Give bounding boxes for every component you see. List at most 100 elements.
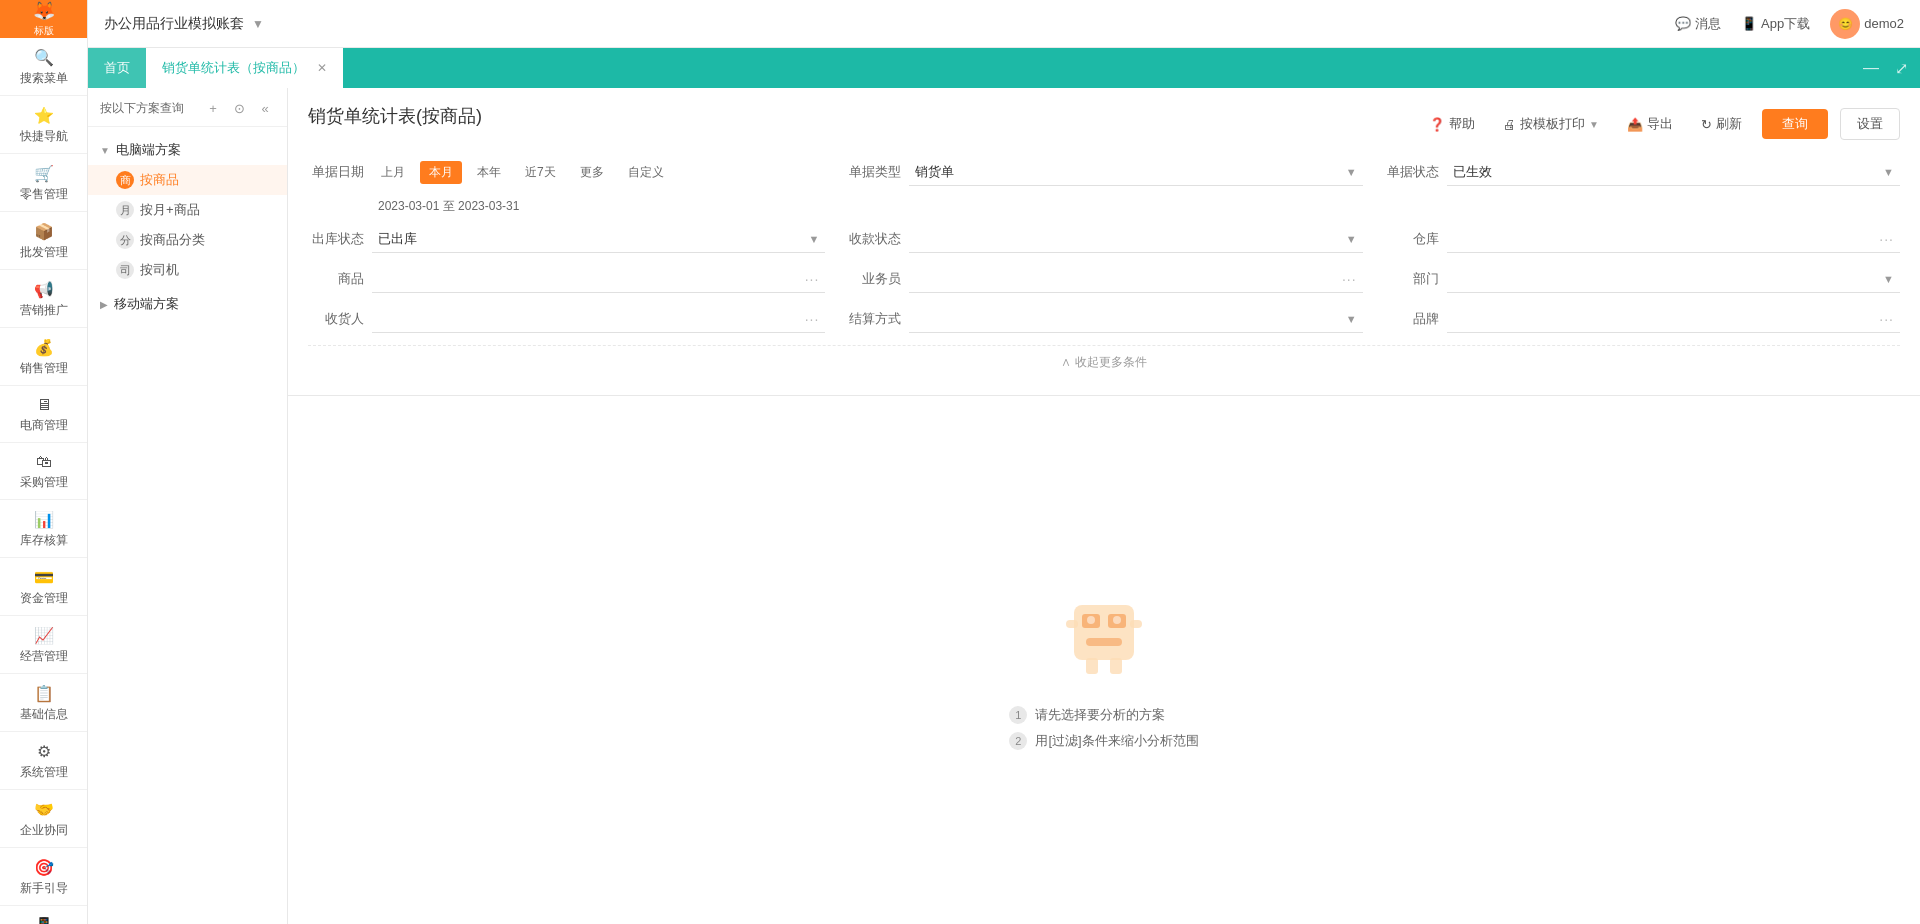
sidebar-item-ops-mgmt[interactable]: 📈经营管理 bbox=[0, 616, 87, 674]
sidebar-item-purchase-mgmt[interactable]: 🛍采购管理 bbox=[0, 443, 87, 500]
tree-group-desktop-label: 电脑端方案 bbox=[116, 141, 181, 159]
tree-group-desktop-header[interactable]: ▼ 电脑端方案 bbox=[88, 135, 287, 165]
warehouse-select[interactable]: 已出库 ▼ bbox=[372, 225, 825, 253]
app-download-label: App下载 bbox=[1761, 15, 1810, 33]
app-download-icon: 📱 bbox=[1741, 16, 1757, 31]
wholesale-mgmt-icon: 📦 bbox=[34, 222, 54, 241]
tree-group-mobile-header[interactable]: ▶ 移动端方案 bbox=[88, 289, 287, 319]
date-tag-custom[interactable]: 自定义 bbox=[619, 161, 673, 184]
refresh-label: 刷新 bbox=[1716, 115, 1742, 133]
app-download-action[interactable]: 📱 App下载 bbox=[1741, 15, 1810, 33]
date-tag-this-year[interactable]: 本年 bbox=[468, 161, 510, 184]
tree-item-by-goods[interactable]: 商 按商品 bbox=[88, 165, 287, 195]
storage-label: 仓库 bbox=[1383, 230, 1439, 248]
finance-mgmt-icon: 💳 bbox=[34, 568, 54, 587]
sidebar-item-label-enterprise: 企业协同 bbox=[20, 822, 68, 839]
search-menu-icon: 🔍 bbox=[34, 48, 54, 67]
date-tag-prev-month[interactable]: 上月 bbox=[372, 161, 414, 184]
message-action[interactable]: 💬 消息 bbox=[1675, 15, 1721, 33]
date-tag-7days[interactable]: 近7天 bbox=[516, 161, 565, 184]
dept-select[interactable]: ▼ bbox=[1447, 265, 1900, 293]
tree-item-by-cashier[interactable]: 司 按司机 bbox=[88, 255, 287, 285]
tree-item-by-goods-category-icon: 分 bbox=[116, 231, 134, 249]
tab-sales-stat[interactable]: 销货单统计表（按商品） ✕ bbox=[146, 48, 343, 88]
filter-row-3: 商品 ··· 业务员 ··· 部门 bbox=[308, 265, 1900, 293]
sidebar-item-label-ops-mgmt: 经营管理 bbox=[20, 648, 68, 665]
payment-select[interactable]: ▼ bbox=[909, 225, 1362, 253]
quick-nav-icon: ⭐ bbox=[34, 106, 54, 125]
sidebar-item-retail-mgmt[interactable]: 🛒零售管理 bbox=[0, 154, 87, 212]
warehouse-value: 已出库 bbox=[378, 230, 808, 248]
query-button[interactable]: 查询 bbox=[1762, 109, 1828, 139]
industry-dropdown[interactable]: ▼ bbox=[252, 17, 264, 31]
filter-field-date: 单据日期 上月 本月 本年 近7天 更多 自定义 bbox=[308, 158, 825, 186]
settings-button[interactable]: 设置 bbox=[1840, 108, 1900, 140]
collapse-bar[interactable]: ∧ 收起更多条件 bbox=[308, 345, 1900, 379]
sidebar-items: 🔍搜索菜单⭐快捷导航🛒零售管理📦批发管理📢营销推广💰销售管理🖥电商管理🛍采购管理… bbox=[0, 38, 87, 924]
tree-item-by-month-goods[interactable]: 月 按月+商品 bbox=[88, 195, 287, 225]
tab-maximize-icon[interactable]: ⤢ bbox=[1891, 55, 1912, 82]
refresh-button[interactable]: ↻ 刷新 bbox=[1693, 111, 1750, 137]
sidebar-item-marketing[interactable]: 📢营销推广 bbox=[0, 270, 87, 328]
sidebar-item-wholesale-mgmt[interactable]: 📦批发管理 bbox=[0, 212, 87, 270]
sidebar: 🦊 标版 🔍搜索菜单⭐快捷导航🛒零售管理📦批发管理📢营销推广💰销售管理🖥电商管理… bbox=[0, 0, 88, 924]
retail-mgmt-icon: 🛒 bbox=[34, 164, 54, 183]
sales-stat-tab-label: 销货单统计表（按商品） bbox=[162, 59, 305, 77]
template-print-button[interactable]: 🖨 按模板打印 ▼ bbox=[1495, 111, 1607, 137]
brand-label: 品牌 bbox=[1383, 310, 1439, 328]
tree-item-by-month-goods-icon: 月 bbox=[116, 201, 134, 219]
sidebar-item-newbie[interactable]: 🎯新手引导 bbox=[0, 848, 87, 906]
date-tag-more[interactable]: 更多 bbox=[571, 161, 613, 184]
type-value: 销货单 bbox=[915, 163, 1345, 181]
refresh-icon: ↻ bbox=[1701, 117, 1712, 132]
sidebar-item-basic-info[interactable]: 📋基础信息 bbox=[0, 674, 87, 732]
goods-select[interactable]: ··· bbox=[372, 265, 825, 293]
sidebar-item-label-purchase-mgmt: 采购管理 bbox=[20, 474, 68, 491]
ecommerce-mgmt-icon: 🖥 bbox=[36, 396, 52, 414]
export-button[interactable]: 📤 导出 bbox=[1619, 111, 1681, 137]
receiver-select[interactable]: ··· bbox=[372, 305, 825, 333]
dept-dropdown-arrow: ▼ bbox=[1883, 273, 1894, 285]
tab-minimize-icon[interactable]: — bbox=[1859, 55, 1883, 81]
type-select[interactable]: 销货单 ▼ bbox=[909, 158, 1362, 186]
sidebar-item-enterprise[interactable]: 🤝企业协同 bbox=[0, 790, 87, 848]
filter-row-2: 出库状态 已出库 ▼ 收款状态 ▼ 仓库 bbox=[308, 225, 1900, 253]
sidebar-item-ecommerce-mgmt[interactable]: 🖥电商管理 bbox=[0, 386, 87, 443]
staff-dots: ··· bbox=[1342, 271, 1357, 287]
brand-select[interactable]: ··· bbox=[1447, 305, 1900, 333]
settlement-dropdown-arrow: ▼ bbox=[1346, 313, 1357, 325]
sidebar-item-quick-nav[interactable]: ⭐快捷导航 bbox=[0, 96, 87, 154]
user-profile[interactable]: 😊 demo2 bbox=[1830, 9, 1904, 39]
staff-label: 业务员 bbox=[845, 270, 901, 288]
settlement-select[interactable]: ▼ bbox=[909, 305, 1362, 333]
sidebar-item-inventory[interactable]: 📊库存核算 bbox=[0, 500, 87, 558]
tree-item-by-goods-icon: 商 bbox=[116, 171, 134, 189]
help-button[interactable]: ❓ 帮助 bbox=[1421, 111, 1483, 137]
tree-item-by-goods-category[interactable]: 分 按商品分类 bbox=[88, 225, 287, 255]
tab-home[interactable]: 首页 bbox=[88, 48, 146, 88]
scheme-header-title: 按以下方案查询 bbox=[100, 100, 184, 117]
tab-close-icon[interactable]: ✕ bbox=[317, 61, 327, 75]
svg-rect-3 bbox=[1086, 638, 1122, 646]
app-logo[interactable]: 🦊 标版 bbox=[0, 0, 87, 38]
print-icon: 🖨 bbox=[1503, 117, 1516, 132]
header-right: 💬 消息 📱 App下载 😊 demo2 bbox=[1675, 9, 1904, 39]
scheme-collapse-button[interactable]: « bbox=[255, 98, 275, 118]
print-dropdown-icon: ▼ bbox=[1589, 119, 1599, 130]
export-label: 导出 bbox=[1647, 115, 1673, 133]
date-filter: 上月 本月 本年 近7天 更多 自定义 bbox=[372, 161, 825, 184]
top-header: 办公用品行业模拟账套 ▼ 💬 消息 📱 App下载 😊 demo2 bbox=[88, 0, 1920, 48]
sidebar-item-label-newbie: 新手引导 bbox=[20, 880, 68, 897]
staff-select[interactable]: ··· bbox=[909, 265, 1362, 293]
goods-dots: ··· bbox=[805, 271, 820, 287]
scheme-edit-button[interactable]: ⊙ bbox=[229, 98, 249, 118]
status-select[interactable]: 已生效 ▼ bbox=[1447, 158, 1900, 186]
sidebar-item-sales-mgmt[interactable]: 💰销售管理 bbox=[0, 328, 87, 386]
scheme-add-button[interactable]: + bbox=[203, 98, 223, 118]
storage-select[interactable]: ··· bbox=[1447, 225, 1900, 253]
sidebar-item-system-mgmt[interactable]: ⚙系统管理 bbox=[0, 732, 87, 790]
sidebar-item-finance-mgmt[interactable]: 💳资金管理 bbox=[0, 558, 87, 616]
sidebar-item-app-center[interactable]: 📱应用中心 bbox=[0, 906, 87, 924]
sidebar-item-search-menu[interactable]: 🔍搜索菜单 bbox=[0, 38, 87, 96]
date-tag-this-month[interactable]: 本月 bbox=[420, 161, 462, 184]
